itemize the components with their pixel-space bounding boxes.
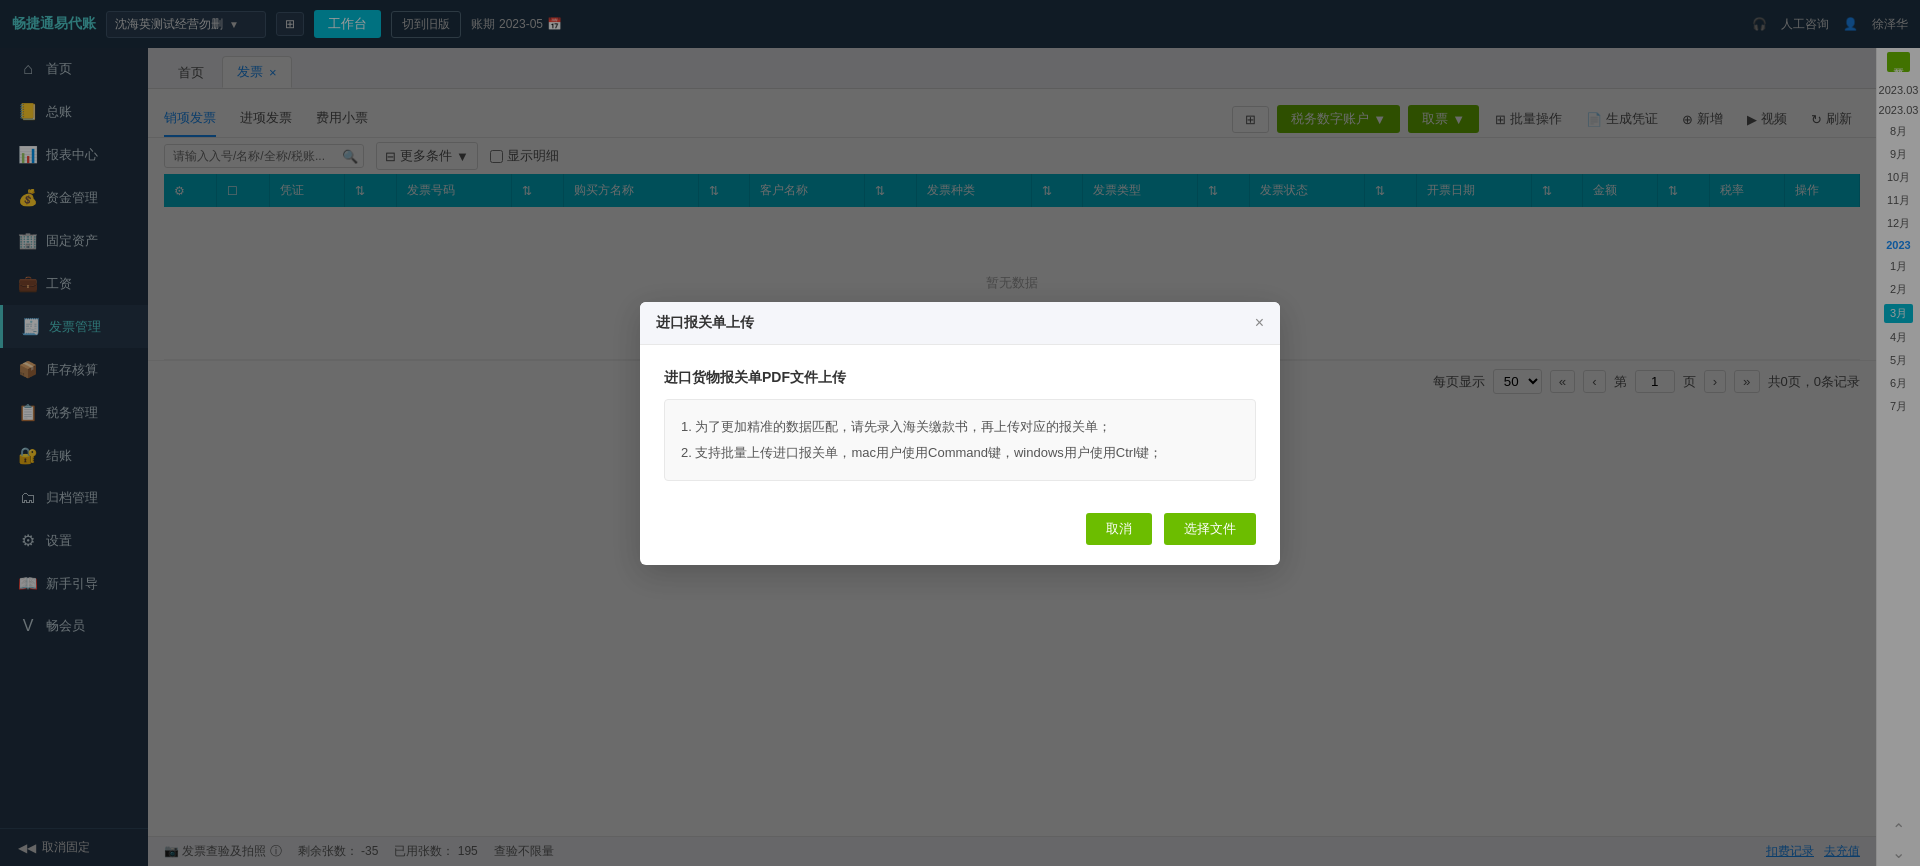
- upload-notes: 1. 为了更加精准的数据匹配，请先录入海关缴款书，再上传对应的报关单； 2. 支…: [664, 399, 1256, 481]
- modal-body: 进口货物报关单PDF文件上传 1. 为了更加精准的数据匹配，请先录入海关缴款书，…: [640, 345, 1280, 497]
- modal-header: 进口报关单上传 ×: [640, 302, 1280, 345]
- upload-note-1: 1. 为了更加精准的数据匹配，请先录入海关缴款书，再上传对应的报关单；: [681, 414, 1239, 440]
- modal-overlay: 进口报关单上传 × 进口货物报关单PDF文件上传 1. 为了更加精准的数据匹配，…: [0, 0, 1920, 866]
- modal-title: 进口报关单上传: [656, 314, 754, 332]
- modal-cancel-button[interactable]: 取消: [1086, 513, 1152, 545]
- modal-footer: 取消 选择文件: [640, 497, 1280, 565]
- modal-close-button[interactable]: ×: [1255, 314, 1264, 332]
- modal-import-upload: 进口报关单上传 × 进口货物报关单PDF文件上传 1. 为了更加精准的数据匹配，…: [640, 302, 1280, 565]
- upload-section-title: 进口货物报关单PDF文件上传: [664, 369, 1256, 387]
- select-file-button[interactable]: 选择文件: [1164, 513, 1256, 545]
- upload-note-2: 2. 支持批量上传进口报关单，mac用户使用Command键，windows用户…: [681, 440, 1239, 466]
